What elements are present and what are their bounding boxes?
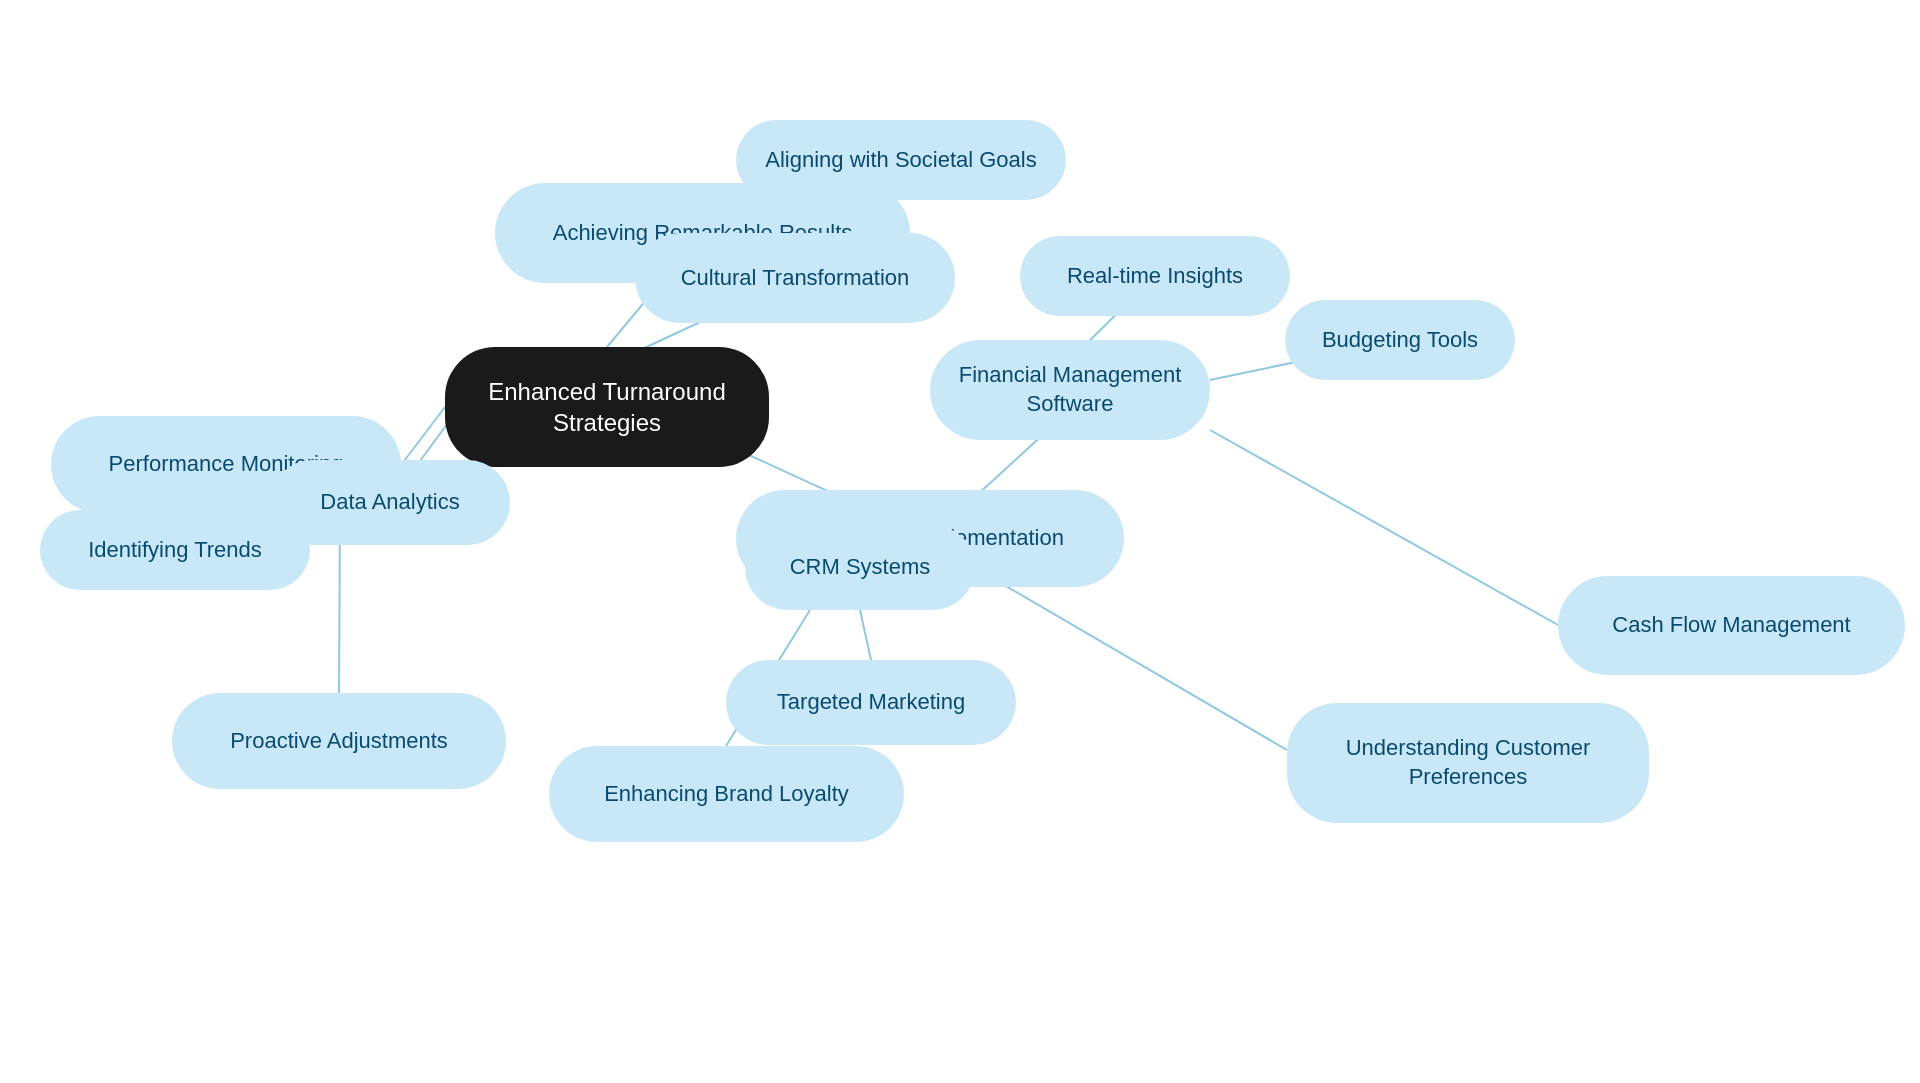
budgeting-node: Budgeting Tools	[1285, 300, 1515, 380]
svg-line-16	[860, 610, 871, 660]
cashflow-node: Cash Flow Management	[1558, 576, 1905, 675]
center-node: Enhanced Turnaround Strategies	[445, 347, 769, 467]
cultural-node: Cultural Transformation	[635, 233, 955, 323]
svg-line-2	[401, 407, 445, 465]
understanding-node: Understanding Customer Preferences	[1287, 703, 1649, 823]
identifying-node: Identifying Trends	[40, 510, 310, 590]
financial-node: Financial Management Software	[930, 340, 1210, 440]
svg-line-14	[1210, 430, 1558, 625]
targeted-node: Targeted Marketing	[726, 660, 1016, 745]
proactive-node: Proactive Adjustments	[172, 693, 506, 789]
crm-node: CRM Systems	[745, 525, 975, 610]
brand-loyalty-node: Enhancing Brand Loyalty	[549, 746, 904, 842]
svg-line-17	[975, 568, 1287, 750]
aligning-node: Aligning with Societal Goals	[736, 120, 1066, 200]
realtime-node: Real-time Insights	[1020, 236, 1290, 316]
